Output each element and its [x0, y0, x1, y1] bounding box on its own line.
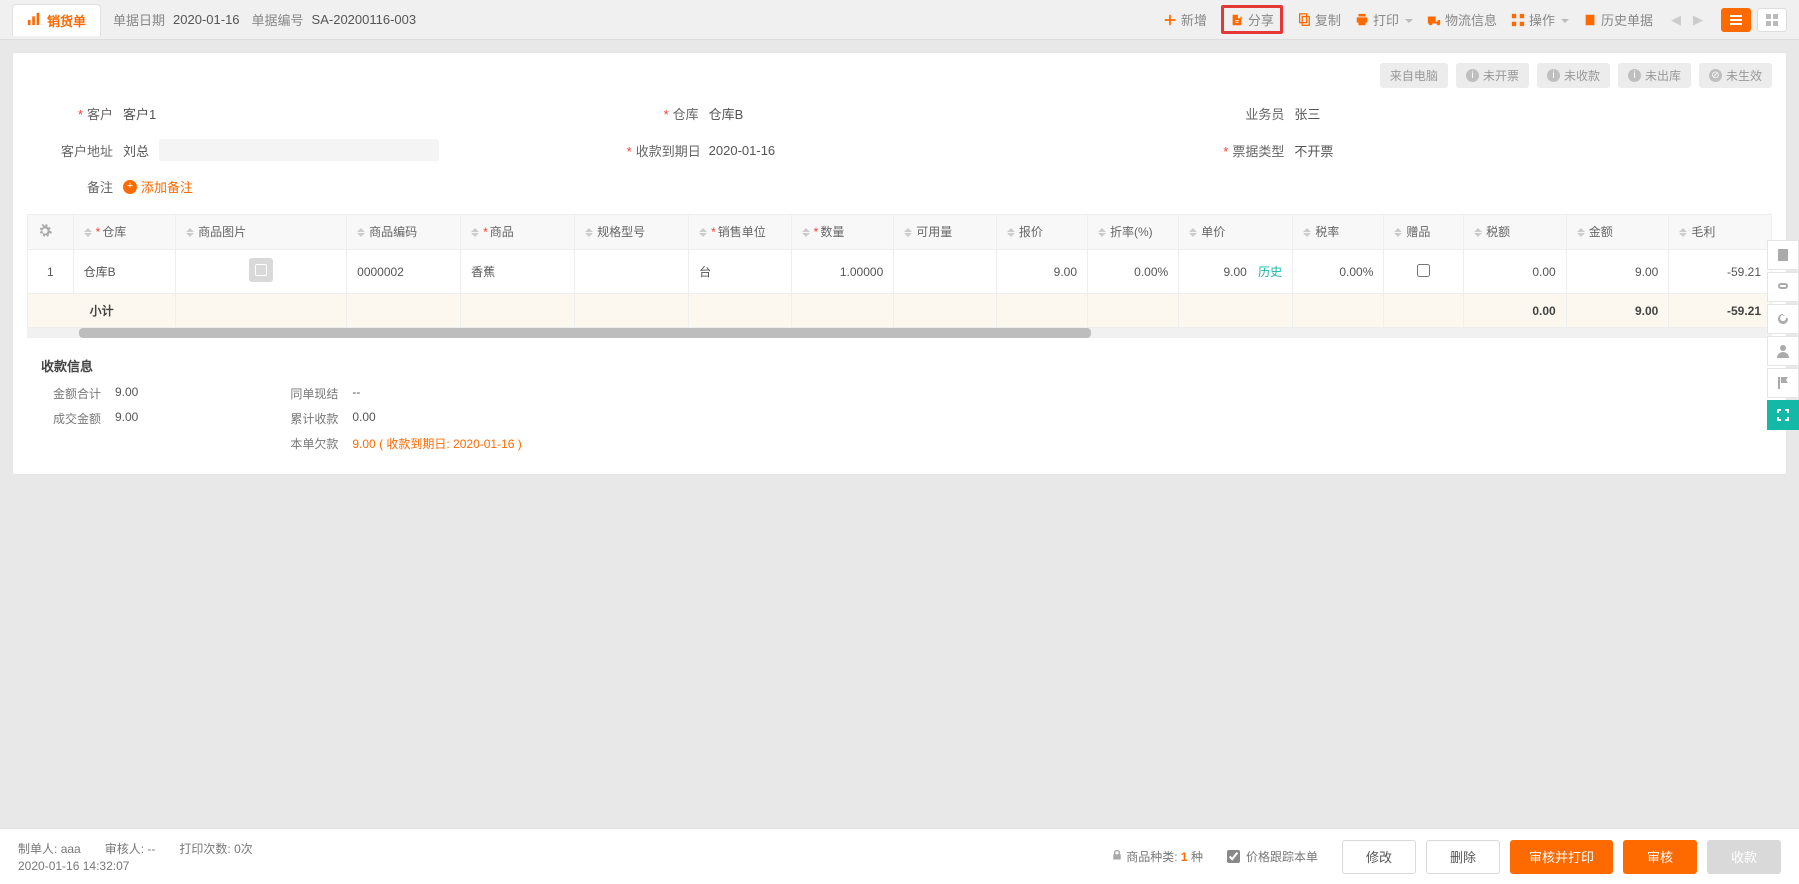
- cell-product: 香蕉: [461, 250, 575, 294]
- col-tax[interactable]: 税率: [1293, 215, 1384, 250]
- cell-unit: 台: [689, 250, 792, 294]
- history-button[interactable]: 历史单据: [1583, 10, 1653, 29]
- field-due-date: *收款到期日 2020-01-16: [627, 139, 1173, 161]
- col-unit-price[interactable]: 单价: [1179, 215, 1293, 250]
- address-redacted: [159, 139, 439, 161]
- chart-icon: [27, 12, 41, 29]
- cell-tax: 0.00%: [1293, 250, 1384, 294]
- print-button[interactable]: 打印: [1355, 10, 1413, 29]
- cell-qty: 1.00000: [791, 250, 894, 294]
- gift-checkbox[interactable]: [1417, 264, 1430, 277]
- dock-refresh-icon[interactable]: [1767, 304, 1799, 334]
- cell-avail: [894, 250, 997, 294]
- col-warehouse[interactable]: *仓库: [73, 215, 176, 250]
- footer-timestamp: 2020-01-16 14:32:07: [18, 859, 253, 873]
- side-dock: [1767, 240, 1799, 430]
- view-list-button[interactable]: [1721, 8, 1751, 32]
- receive-button: 收款: [1707, 840, 1781, 874]
- audit-button[interactable]: 审核: [1623, 840, 1697, 874]
- col-gift[interactable]: 赠品: [1384, 215, 1464, 250]
- cell-price: 9.00: [996, 250, 1087, 294]
- logistics-button[interactable]: 物流信息: [1427, 10, 1497, 29]
- col-price[interactable]: 报价: [996, 215, 1087, 250]
- salesman-value[interactable]: 张三: [1294, 104, 1320, 123]
- modify-button[interactable]: 修改: [1342, 840, 1416, 874]
- cell-image: [176, 250, 347, 294]
- warehouse-value[interactable]: 仓库B: [709, 104, 744, 123]
- col-avail[interactable]: 可用量: [894, 215, 997, 250]
- invoice-type-value[interactable]: 不开票: [1294, 141, 1333, 160]
- cell-gift[interactable]: [1384, 250, 1464, 294]
- view-card-button[interactable]: [1757, 8, 1787, 32]
- cell-discount: 0.00%: [1088, 250, 1179, 294]
- cell-profit: -59.21: [1669, 250, 1772, 294]
- dock-expand-icon[interactable]: [1767, 400, 1799, 430]
- cell-code: 0000002: [347, 250, 461, 294]
- address-prefix: 刘总: [123, 141, 149, 160]
- share-button[interactable]: 分享: [1221, 5, 1283, 34]
- field-salesman: 业务员 张三: [1212, 104, 1758, 123]
- field-address: 客户地址 刘总: [41, 139, 587, 161]
- tab-label: 销货单: [47, 11, 86, 30]
- col-settings[interactable]: [28, 215, 74, 250]
- table-horizontal-scrollbar[interactable]: [27, 328, 1772, 338]
- field-customer: *客户 客户1: [41, 104, 587, 123]
- field-invoice-type: *票据类型 不开票: [1212, 139, 1758, 161]
- col-profit[interactable]: 毛利: [1669, 215, 1772, 250]
- prev-record-button[interactable]: ◀: [1667, 12, 1685, 28]
- table-row[interactable]: 1 仓库B 0000002 香蕉 台 1.00000 9.00 0.00% 9.…: [28, 250, 1772, 294]
- col-code[interactable]: 商品编码: [347, 215, 461, 250]
- next-record-button[interactable]: ▶: [1689, 12, 1707, 28]
- lock-icon: [1111, 850, 1123, 864]
- field-remark: 备注 + 添加备注: [41, 177, 587, 196]
- delete-button[interactable]: 删除: [1426, 840, 1500, 874]
- topbar: 销货单 单据日期 2020-01-16 单据编号 SA-20200116-003…: [0, 0, 1799, 40]
- image-placeholder-icon: [249, 258, 273, 282]
- col-qty[interactable]: *数量: [791, 215, 894, 250]
- col-discount[interactable]: 折率(%): [1088, 215, 1179, 250]
- price-history-link[interactable]: 历史: [1258, 265, 1282, 279]
- doc-no-value: SA-20200116-003: [312, 12, 417, 27]
- add-remark-button[interactable]: + 添加备注: [123, 177, 193, 196]
- dock-user-icon[interactable]: [1767, 336, 1799, 366]
- cell-amount: 9.00: [1566, 250, 1669, 294]
- field-warehouse: *仓库 仓库B: [627, 104, 1173, 123]
- cell-warehouse: 仓库B: [73, 250, 176, 294]
- status-source: 来自电脑: [1380, 63, 1448, 88]
- dock-flag-icon[interactable]: [1767, 368, 1799, 398]
- audit-print-button[interactable]: 审核并打印: [1510, 840, 1613, 874]
- cell-index: 1: [28, 250, 74, 294]
- due-date-value[interactable]: 2020-01-16: [709, 143, 776, 158]
- footer-bar: 制单人: aaa 审核人: -- 打印次数: 0次 2020-01-16 14:…: [0, 828, 1799, 884]
- col-spec[interactable]: 规格型号: [575, 215, 689, 250]
- customer-value[interactable]: 客户1: [123, 104, 156, 123]
- subtotal-row: 小计 0.00 9.00 -59.21: [28, 294, 1772, 328]
- items-table: *仓库 商品图片 商品编码 *商品 规格型号 *销售单位 *数量 可用量 报价 …: [27, 214, 1772, 328]
- status-receipt: i未收款: [1537, 63, 1610, 88]
- col-product[interactable]: *商品: [461, 215, 575, 250]
- doc-date-label: 单据日期: [113, 10, 165, 29]
- col-tax-amt[interactable]: 税额: [1464, 215, 1567, 250]
- new-button[interactable]: 新增: [1163, 10, 1207, 29]
- status-invoice: i未开票: [1456, 63, 1529, 88]
- cell-spec: [575, 250, 689, 294]
- payment-title: 收款信息: [41, 356, 1758, 375]
- status-outbound: i未出库: [1618, 63, 1691, 88]
- doc-no-label: 单据编号: [252, 10, 304, 29]
- copy-button[interactable]: 复制: [1297, 10, 1341, 29]
- price-track-checkbox[interactable]: 价格跟踪本单: [1227, 848, 1318, 865]
- col-image[interactable]: 商品图片: [176, 215, 347, 250]
- cell-unit-price: 9.00 历史: [1179, 250, 1293, 294]
- dock-note-icon[interactable]: [1767, 240, 1799, 270]
- status-effect: ⊘未生效: [1699, 63, 1772, 88]
- col-unit[interactable]: *销售单位: [689, 215, 792, 250]
- operate-button[interactable]: 操作: [1511, 10, 1569, 29]
- doc-date-value: 2020-01-16: [173, 12, 240, 27]
- payment-info: 收款信息 金额合计9.00 成交金额9.00 同单现结-- 累计收款0.00 本…: [13, 338, 1786, 464]
- dock-link-icon[interactable]: [1767, 272, 1799, 302]
- cell-tax-amt: 0.00: [1464, 250, 1567, 294]
- tab-sales-order[interactable]: 销货单: [12, 4, 101, 36]
- col-amount[interactable]: 金额: [1566, 215, 1669, 250]
- document-card: 来自电脑 i未开票 i未收款 i未出库 ⊘未生效 *客户 客户1 *仓库 仓库B…: [12, 52, 1787, 475]
